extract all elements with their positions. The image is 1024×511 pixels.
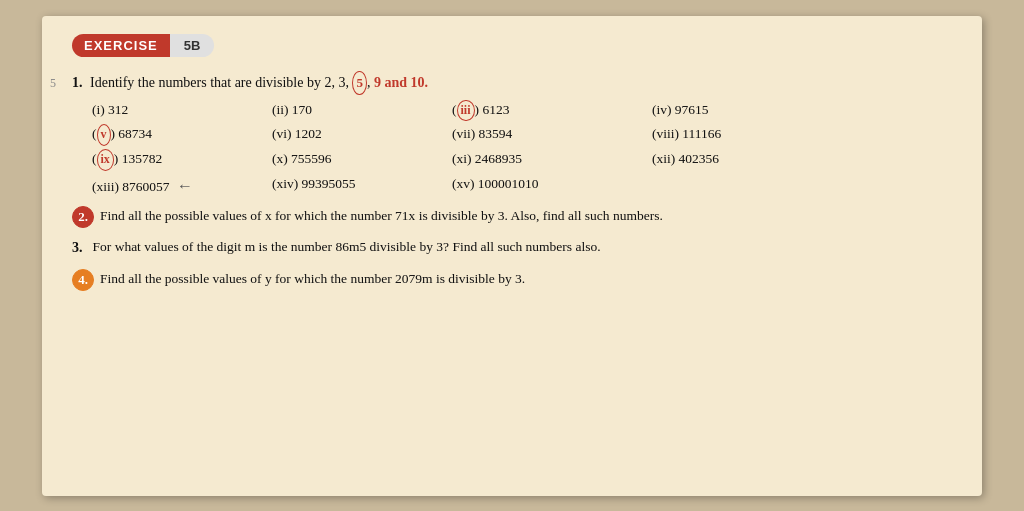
- q4-section: 4. Find all the possible values of y for…: [72, 268, 952, 291]
- q4-text: Find all the possible values of y for wh…: [100, 268, 952, 290]
- num-ii: (ii) 170: [272, 99, 452, 122]
- header: EXERCISE 5B: [72, 34, 952, 57]
- num-empty: [652, 173, 832, 199]
- num-xi: (xi) 2468935: [452, 148, 652, 171]
- highlight-9-10: 9 and 10.: [374, 75, 428, 90]
- num-x: (x) 755596: [272, 148, 452, 171]
- circle-v: v: [97, 124, 111, 146]
- margin-marks: 5: [50, 76, 56, 91]
- q2-circle: 2.: [72, 206, 94, 228]
- page: 5 EXERCISE 5B 1. Identify the numbers th…: [42, 16, 982, 496]
- margin-mark-5: 5: [50, 76, 56, 91]
- q2-section: 2. Find all the possible values of x for…: [72, 205, 952, 228]
- q3-section: 3. For what values of the digit m is the…: [72, 236, 952, 260]
- num-vii: (vii) 83594: [452, 123, 652, 146]
- q4-circle: 4.: [72, 269, 94, 291]
- num-iv: (iv) 97615: [652, 99, 832, 122]
- num-vi: (vi) 1202: [272, 123, 452, 146]
- chapter-badge: 5B: [170, 34, 215, 57]
- num-xii: (xii) 402356: [652, 148, 832, 171]
- num-iii: (iii) 6123: [452, 99, 652, 122]
- q1-number: 1.: [72, 75, 83, 90]
- content: 1. Identify the numbers that are divisib…: [72, 71, 952, 292]
- highlight-5: 5: [352, 71, 367, 95]
- q1-instruction: Identify the numbers that are divisible …: [90, 75, 428, 90]
- num-ix: (ix) 135782: [92, 148, 272, 171]
- num-xv: (xv) 100001010: [452, 173, 652, 199]
- q2-text: Find all the possible values of x for wh…: [100, 205, 952, 227]
- exercise-badge: EXERCISE: [72, 34, 170, 57]
- circle-ix: ix: [97, 149, 114, 171]
- arrow-indicator: ←: [177, 177, 193, 194]
- num-xiii: (xiii) 8760057 ←: [92, 173, 272, 199]
- numbers-grid: (i) 312 (ii) 170 (iii) 6123 (iv) 97615 (…: [92, 99, 952, 200]
- num-xiv: (xiv) 99395055: [272, 173, 452, 199]
- num-viii: (viii) 111166: [652, 123, 832, 146]
- circle-iii: iii: [457, 100, 475, 122]
- q3-number: 3.: [72, 236, 83, 260]
- num-i: (i) 312: [92, 99, 272, 122]
- num-v: (v) 68734: [92, 123, 272, 146]
- q3-text: For what values of the digit m is the nu…: [93, 236, 953, 258]
- q1-header: 1. Identify the numbers that are divisib…: [72, 71, 952, 95]
